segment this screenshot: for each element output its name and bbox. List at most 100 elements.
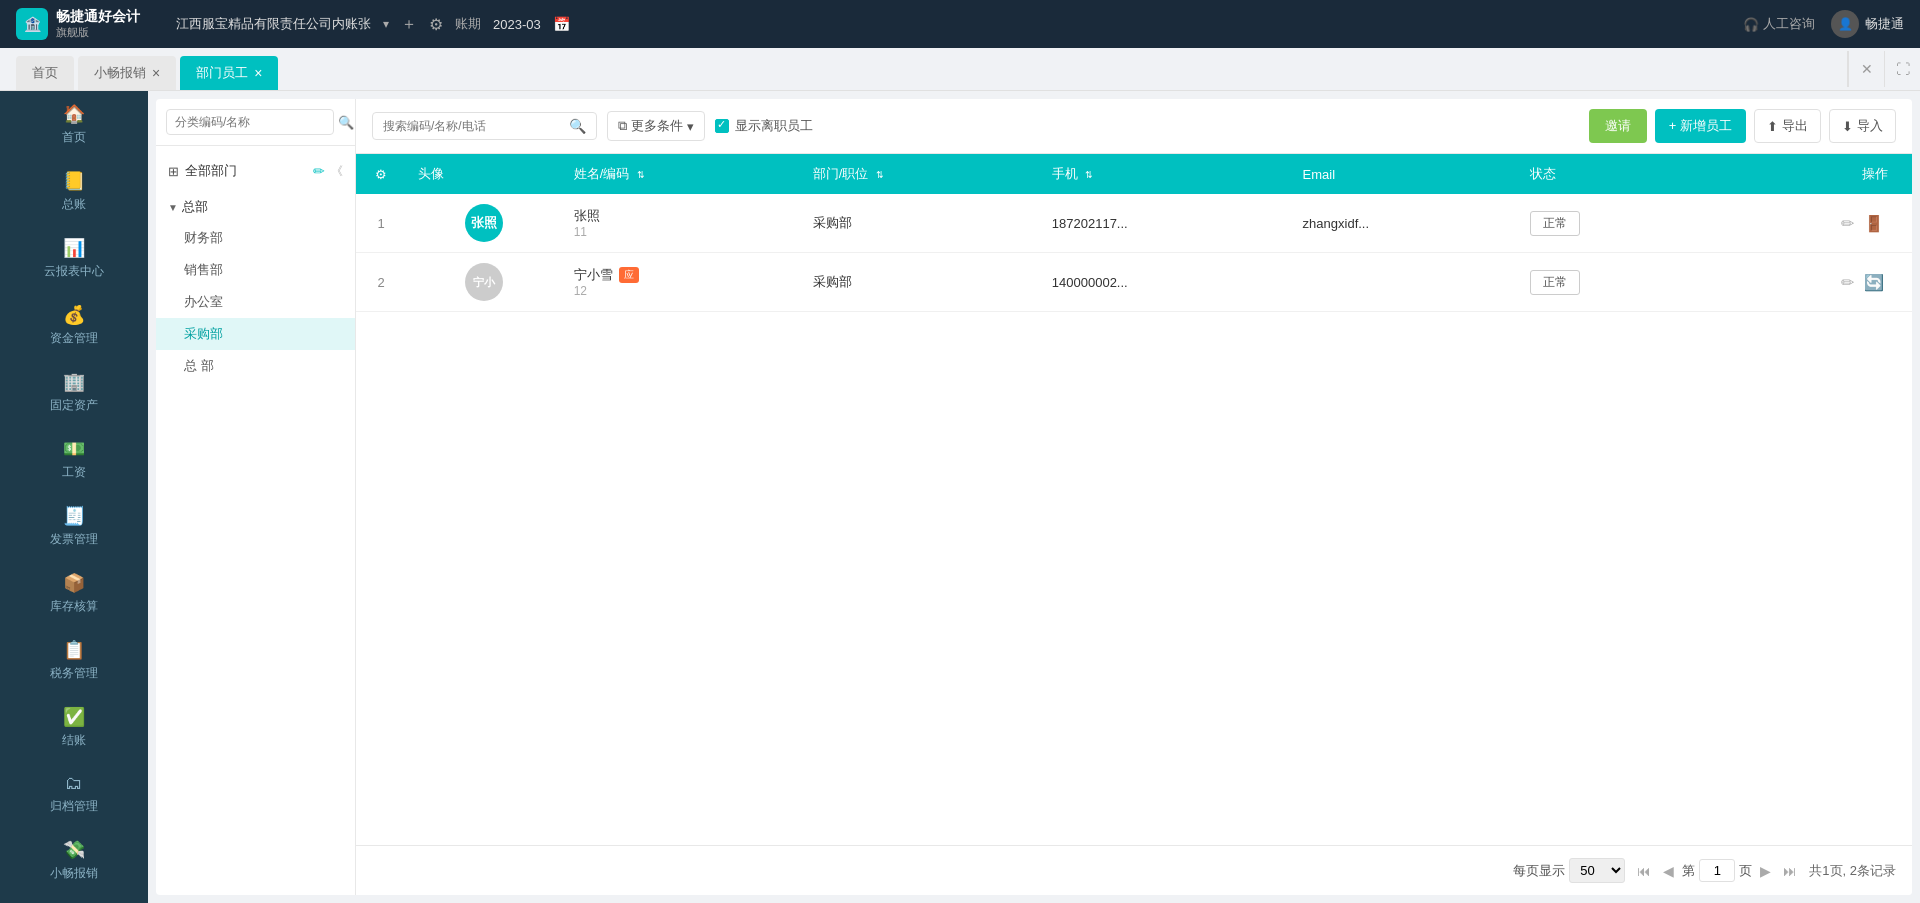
- support-label: 人工咨询: [1763, 15, 1815, 33]
- dept-item-caiwu[interactable]: 财务部: [156, 222, 355, 254]
- maximize-window-button[interactable]: ⛶: [1884, 51, 1920, 87]
- settings-button[interactable]: ⚙: [429, 15, 443, 34]
- per-page-dropdown[interactable]: 50 100 200: [1569, 858, 1625, 883]
- dept-edit-icon[interactable]: ✏: [313, 163, 325, 179]
- employee-search-icon[interactable]: 🔍: [569, 118, 586, 134]
- tab-dept-employee[interactable]: 部门员工 ×: [180, 56, 278, 90]
- avatar-cell-1: 张照: [418, 204, 550, 242]
- th-email: Email: [1291, 154, 1518, 194]
- prev-page-button[interactable]: ◀: [1659, 861, 1678, 881]
- name-sort-icon[interactable]: ⇅: [637, 171, 645, 180]
- show-resigned-label: 显示离职员工: [735, 117, 813, 135]
- row-actions-2: ✏ 🔄: [1704, 253, 1912, 312]
- th-dept[interactable]: 部门/职位 ⇅: [801, 154, 1040, 194]
- status-badge-2: 正常: [1530, 270, 1580, 295]
- dept-all-label: 全部部门: [185, 162, 237, 180]
- sidebar-item-xiaochangbaoxiao[interactable]: 💸 小畅报销: [0, 827, 148, 894]
- dept-list: ⊞ 全部部门 ✏ 《 ▼ 总部 财务部 销售部 办公室: [156, 146, 355, 895]
- content-area: 🔍 ⊞ 全部部门 ✏ 《 ▼ 总部: [148, 91, 1920, 903]
- triangle-icon: ▼: [168, 202, 178, 213]
- page-size-select: 每页显示 50 100 200: [1513, 858, 1625, 883]
- sidebar-item-zijinguanli[interactable]: 💰 资金管理: [0, 292, 148, 359]
- row-email-2: [1291, 253, 1518, 312]
- th-name[interactable]: 姓名/编码 ⇅: [562, 154, 801, 194]
- sidebar-item-home[interactable]: 🏠 首页: [0, 91, 148, 158]
- phone-sort-icon[interactable]: ⇅: [1085, 171, 1093, 180]
- import-icon: ⬇: [1842, 119, 1853, 134]
- refresh-icon-2[interactable]: 🔄: [1864, 273, 1884, 292]
- support-button[interactable]: 🎧 人工咨询: [1743, 15, 1815, 33]
- last-page-button[interactable]: ⏭: [1779, 861, 1801, 881]
- row-avatar-cell-2: 宁小: [406, 253, 562, 312]
- edit-icon-2[interactable]: ✏: [1841, 273, 1854, 292]
- avatar-circle-2: 宁小: [465, 263, 503, 301]
- sidebar-item-yunbaobiao[interactable]: 📊 云报表中心: [0, 225, 148, 292]
- show-resigned-toggle[interactable]: ✓ 显示离职员工: [715, 117, 813, 135]
- row-num: 1: [356, 194, 406, 253]
- dept-item-xiaoshou[interactable]: 销售部: [156, 254, 355, 286]
- user-info[interactable]: 👤 畅捷通: [1831, 10, 1904, 38]
- sidebar-item-gudingzichan[interactable]: 🏢 固定资产: [0, 359, 148, 426]
- sidebar-item-fapiao[interactable]: 🧾 发票管理: [0, 493, 148, 560]
- table-row: 2 宁小 宁小雪: [356, 253, 1912, 312]
- dept-search-area: 🔍: [156, 99, 355, 146]
- tab-xiaochangbaoxiao[interactable]: 小畅报销 ×: [78, 56, 176, 90]
- page-input[interactable]: [1699, 859, 1735, 882]
- dept-group-header-headquarters[interactable]: ▼ 总部: [156, 192, 355, 222]
- dept-item-zongbu[interactable]: 总 部: [156, 350, 355, 382]
- dept-item-bangongshi[interactable]: 办公室: [156, 286, 355, 318]
- dept-search-icon[interactable]: 🔍: [338, 115, 354, 130]
- page-unit: 页: [1739, 862, 1752, 880]
- dept-item-caigou[interactable]: 采购部: [156, 318, 355, 350]
- row-name-cell-2: 宁小雪 应 12: [562, 253, 801, 312]
- table-settings-icon[interactable]: ⚙: [375, 167, 387, 182]
- th-settings[interactable]: ⚙: [356, 154, 406, 194]
- sidebar-item-jichushezhi[interactable]: ⚙ 基础设置: [0, 894, 148, 903]
- tab-dept-employee-close[interactable]: ×: [254, 66, 262, 80]
- dept-collapse-icon[interactable]: 《: [331, 163, 343, 180]
- calendar-icon[interactable]: 📅: [553, 16, 570, 32]
- row-status-1: 正常: [1518, 194, 1704, 253]
- th-actions: 操作: [1704, 154, 1912, 194]
- sidebar-item-guidang[interactable]: 🗂 归档管理: [0, 761, 148, 827]
- dept-search-input[interactable]: [166, 109, 334, 135]
- table-row: 1 张照 张照 11: [356, 194, 1912, 253]
- sidebar-item-shuiwu[interactable]: 📋 税务管理: [0, 627, 148, 694]
- sidebar-item-kucun[interactable]: 📦 库存核算: [0, 560, 148, 627]
- employee-search-input[interactable]: [383, 119, 563, 133]
- tab-xiaochangbaoxiao-close[interactable]: ×: [152, 66, 160, 80]
- employee-table-area: ⚙ 头像 姓名/编码 ⇅ 部门/职位 ⇅: [356, 154, 1912, 845]
- dept-sort-icon[interactable]: ⇅: [876, 171, 884, 180]
- import-button[interactable]: ⬇ 导入: [1829, 109, 1896, 143]
- close-window-button[interactable]: ✕: [1848, 51, 1884, 87]
- next-page-button[interactable]: ▶: [1756, 861, 1775, 881]
- money-icon: 💰: [63, 304, 85, 326]
- add-employee-button[interactable]: + 新增员工: [1655, 109, 1746, 143]
- tab-xiaochangbaoxiao-label: 小畅报销: [94, 64, 146, 82]
- first-page-button[interactable]: ⏮: [1633, 861, 1655, 881]
- employee-name-1: 张照: [574, 207, 789, 225]
- th-phone[interactable]: 手机 ⇅: [1040, 154, 1291, 194]
- export-button[interactable]: ⬆ 导出: [1754, 109, 1821, 143]
- inventory-icon: 📦: [63, 572, 85, 594]
- invite-button[interactable]: 邀请: [1589, 109, 1647, 143]
- company-dropdown-button[interactable]: ▾: [383, 17, 389, 31]
- exit-icon-1[interactable]: 🚪: [1864, 214, 1884, 233]
- status-badge-1: 正常: [1530, 211, 1580, 236]
- tab-home[interactable]: 首页: [16, 56, 74, 90]
- logo-sub: 旗舰版: [56, 25, 140, 40]
- add-company-button[interactable]: ＋: [401, 14, 417, 35]
- sidebar-item-xiaochangbaoxiao-label: 小畅报销: [50, 865, 98, 882]
- filter-button[interactable]: ⧉ 更多条件 ▾: [607, 111, 705, 141]
- actions-1: ✏ 🚪: [1716, 214, 1900, 233]
- top-right-area: 🎧 人工咨询 👤 畅捷通: [1743, 10, 1904, 38]
- sidebar-item-zhangzhang[interactable]: 📒 总账: [0, 158, 148, 225]
- dept-all-item[interactable]: ⊞ 全部部门 ✏ 《: [156, 154, 355, 188]
- sidebar-item-jiezhang[interactable]: ✅ 结账: [0, 694, 148, 761]
- filter-label: 更多条件: [631, 117, 683, 135]
- user-avatar: 👤: [1831, 10, 1859, 38]
- edit-icon-1[interactable]: ✏: [1841, 214, 1854, 233]
- row-dept-2: 采购部: [801, 253, 1040, 312]
- sidebar-item-gongzi[interactable]: 💵 工资: [0, 426, 148, 493]
- pending-badge-2: 应: [619, 267, 639, 283]
